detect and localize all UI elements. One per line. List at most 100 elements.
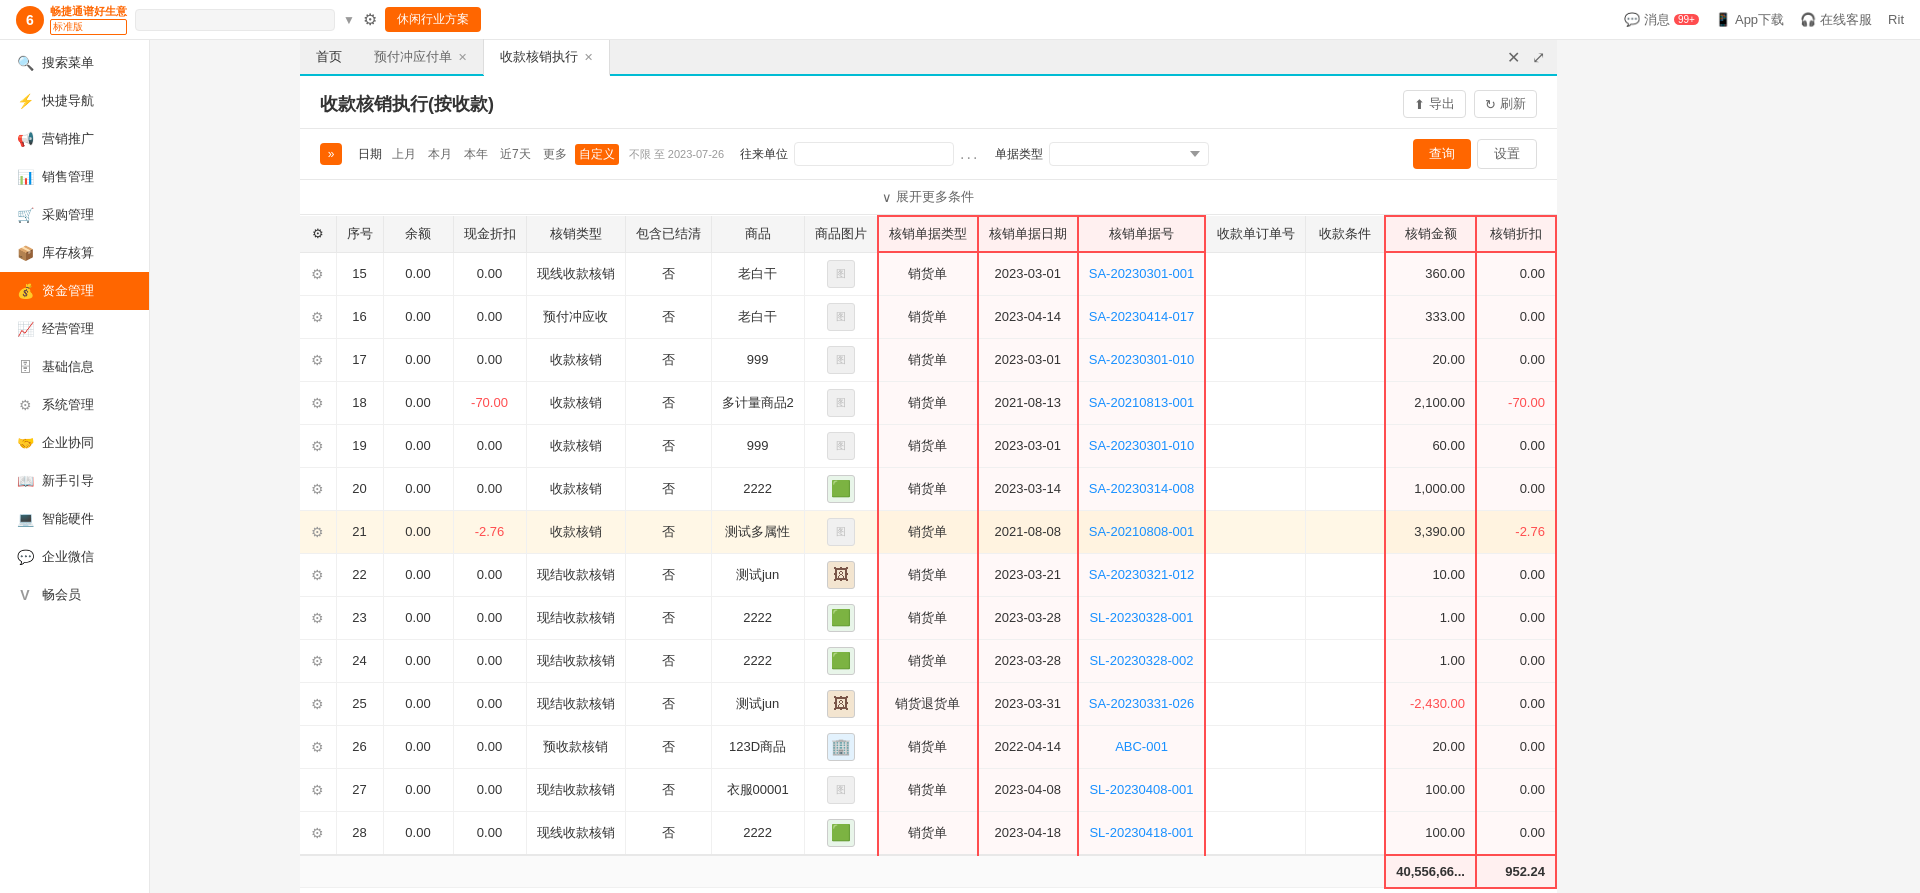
sidebar-item-member[interactable]: V 畅会员 [0, 576, 149, 614]
row-gear-icon[interactable]: ⚙ [311, 524, 324, 540]
date-custom[interactable]: 自定义 [575, 144, 619, 165]
sidebar-item-marketing[interactable]: 📢 营销推广 [0, 120, 149, 158]
row-gear-icon[interactable]: ⚙ [311, 610, 324, 626]
online-service-btn[interactable]: 🎧 在线客服 [1800, 11, 1872, 29]
cell-gear[interactable]: ⚙ [300, 252, 336, 295]
row-gear-icon[interactable]: ⚙ [311, 438, 324, 454]
cell-gear[interactable]: ⚙ [300, 639, 336, 682]
query-button[interactable]: 查询 [1413, 139, 1471, 169]
cell-bill-no[interactable]: SA-20230301-010 [1078, 424, 1206, 467]
cell-bill-no[interactable]: SL-20230418-001 [1078, 811, 1206, 855]
bill-no-link[interactable]: SL-20230328-001 [1089, 610, 1193, 625]
sidebar-item-system[interactable]: ⚙ 系统管理 [0, 386, 149, 424]
bill-no-link[interactable]: SA-20230301-010 [1089, 352, 1195, 367]
cell-gear[interactable]: ⚙ [300, 553, 336, 596]
tab-home[interactable]: 首页 [300, 39, 358, 75]
user-name-btn[interactable]: Rit [1888, 12, 1904, 27]
bill-no-link[interactable]: SA-20230331-026 [1089, 696, 1195, 711]
cell-gear[interactable]: ⚙ [300, 725, 336, 768]
col-header-gear[interactable]: ⚙ [300, 216, 336, 252]
bill-no-link[interactable]: SL-20230418-001 [1089, 825, 1193, 840]
tab-close-prepay[interactable]: ✕ [458, 51, 467, 64]
bill-no-link[interactable]: SA-20230321-012 [1089, 567, 1195, 582]
cell-gear[interactable]: ⚙ [300, 811, 336, 855]
tab-writeoff[interactable]: 收款核销执行 ✕ [484, 40, 610, 76]
export-button[interactable]: ⬆ 导出 [1403, 90, 1466, 118]
bill-no-link[interactable]: ABC-001 [1115, 739, 1168, 754]
cell-bill-no[interactable]: SA-20210813-001 [1078, 381, 1206, 424]
tab-minimize-icon[interactable]: ✕ [1503, 44, 1524, 71]
sidebar-item-search[interactable]: 🔍 搜索菜单 [0, 44, 149, 82]
cell-gear[interactable]: ⚙ [300, 424, 336, 467]
cell-gear[interactable]: ⚙ [300, 381, 336, 424]
row-gear-icon[interactable]: ⚙ [311, 481, 324, 497]
top-search-input[interactable] [135, 9, 335, 31]
cell-bill-no[interactable]: SA-20230301-001 [1078, 252, 1206, 295]
date-7days[interactable]: 近7天 [496, 144, 535, 165]
sidebar-item-hardware[interactable]: 💻 智能硬件 [0, 500, 149, 538]
gear-icon[interactable]: ⚙ [363, 10, 377, 29]
sidebar-item-shortcut[interactable]: ⚡ 快捷导航 [0, 82, 149, 120]
bill-no-link[interactable]: SA-20210813-001 [1089, 395, 1195, 410]
from-unit-input[interactable] [794, 142, 954, 166]
row-gear-icon[interactable]: ⚙ [311, 352, 324, 368]
table-container[interactable]: ⚙ 序号 余额 现金折扣 核销类型 包含已结清 商品 商品图片 核销单据类型 核… [300, 215, 1557, 893]
row-gear-icon[interactable]: ⚙ [311, 825, 324, 841]
cell-gear[interactable]: ⚙ [300, 510, 336, 553]
tab-prepay[interactable]: 预付冲应付单 ✕ [358, 39, 484, 75]
cell-bill-no[interactable]: SA-20230321-012 [1078, 553, 1206, 596]
bill-no-link[interactable]: SA-20230301-010 [1089, 438, 1195, 453]
row-gear-icon[interactable]: ⚙ [311, 266, 324, 282]
row-gear-icon[interactable]: ⚙ [311, 739, 324, 755]
bill-no-link[interactable]: SL-20230328-002 [1089, 653, 1193, 668]
date-this-month[interactable]: 本月 [424, 144, 456, 165]
cell-bill-no[interactable]: SA-20230414-017 [1078, 295, 1206, 338]
cell-bill-no[interactable]: SA-20230331-026 [1078, 682, 1206, 725]
cell-gear[interactable]: ⚙ [300, 596, 336, 639]
row-gear-icon[interactable]: ⚙ [311, 696, 324, 712]
sidebar-item-collab[interactable]: 🤝 企业协同 [0, 424, 149, 462]
cell-bill-no[interactable]: SA-20230314-008 [1078, 467, 1206, 510]
tab-maximize-icon[interactable]: ⤢ [1528, 44, 1549, 71]
date-this-year[interactable]: 本年 [460, 144, 492, 165]
date-more[interactable]: 更多 [539, 144, 571, 165]
bill-no-link[interactable]: SA-20230314-008 [1089, 481, 1195, 496]
collapse-filter-btn[interactable]: » [320, 143, 342, 165]
sidebar-item-finance[interactable]: 💰 资金管理 [0, 272, 149, 310]
cell-bill-no[interactable]: SL-20230328-002 [1078, 639, 1206, 682]
table-gear-icon[interactable]: ⚙ [312, 226, 324, 241]
cell-bill-no[interactable]: SA-20230301-010 [1078, 338, 1206, 381]
app-download-btn[interactable]: 📱 App下载 [1715, 11, 1784, 29]
cell-gear[interactable]: ⚙ [300, 338, 336, 381]
row-gear-icon[interactable]: ⚙ [311, 567, 324, 583]
row-gear-icon[interactable]: ⚙ [311, 782, 324, 798]
bill-no-link[interactable]: SA-20230301-001 [1089, 266, 1195, 281]
row-gear-icon[interactable]: ⚙ [311, 309, 324, 325]
settings-button[interactable]: 设置 [1477, 139, 1537, 169]
notification-btn[interactable]: 💬 消息 99+ [1624, 11, 1699, 29]
sidebar-item-operation[interactable]: 📈 经营管理 [0, 310, 149, 348]
row-gear-icon[interactable]: ⚙ [311, 395, 324, 411]
report-type-select[interactable] [1049, 142, 1209, 166]
date-last-month[interactable]: 上月 [388, 144, 420, 165]
sidebar-item-purchase[interactable]: 🛒 采购管理 [0, 196, 149, 234]
cell-gear[interactable]: ⚙ [300, 682, 336, 725]
bill-no-link[interactable]: SL-20230408-001 [1089, 782, 1193, 797]
expand-more-btn[interactable]: ∨ 展开更多条件 [882, 184, 974, 210]
refresh-button[interactable]: ↻ 刷新 [1474, 90, 1537, 118]
cell-bill-no[interactable]: ABC-001 [1078, 725, 1206, 768]
cell-gear[interactable]: ⚙ [300, 467, 336, 510]
cell-bill-no[interactable]: SL-20230408-001 [1078, 768, 1206, 811]
cell-bill-no[interactable]: SL-20230328-001 [1078, 596, 1206, 639]
chevron-down-icon[interactable]: ▼ [343, 13, 355, 27]
sidebar-item-basic[interactable]: 🗄 基础信息 [0, 348, 149, 386]
tab-close-writeoff[interactable]: ✕ [584, 51, 593, 64]
sidebar-item-inventory[interactable]: 📦 库存核算 [0, 234, 149, 272]
cell-bill-no[interactable]: SA-20210808-001 [1078, 510, 1206, 553]
bill-no-link[interactable]: SA-20230414-017 [1089, 309, 1195, 324]
sidebar-item-sales[interactable]: 📊 销售管理 [0, 158, 149, 196]
sidebar-item-guide[interactable]: 📖 新手引导 [0, 462, 149, 500]
row-gear-icon[interactable]: ⚙ [311, 653, 324, 669]
bill-no-link[interactable]: SA-20210808-001 [1089, 524, 1195, 539]
cell-gear[interactable]: ⚙ [300, 295, 336, 338]
